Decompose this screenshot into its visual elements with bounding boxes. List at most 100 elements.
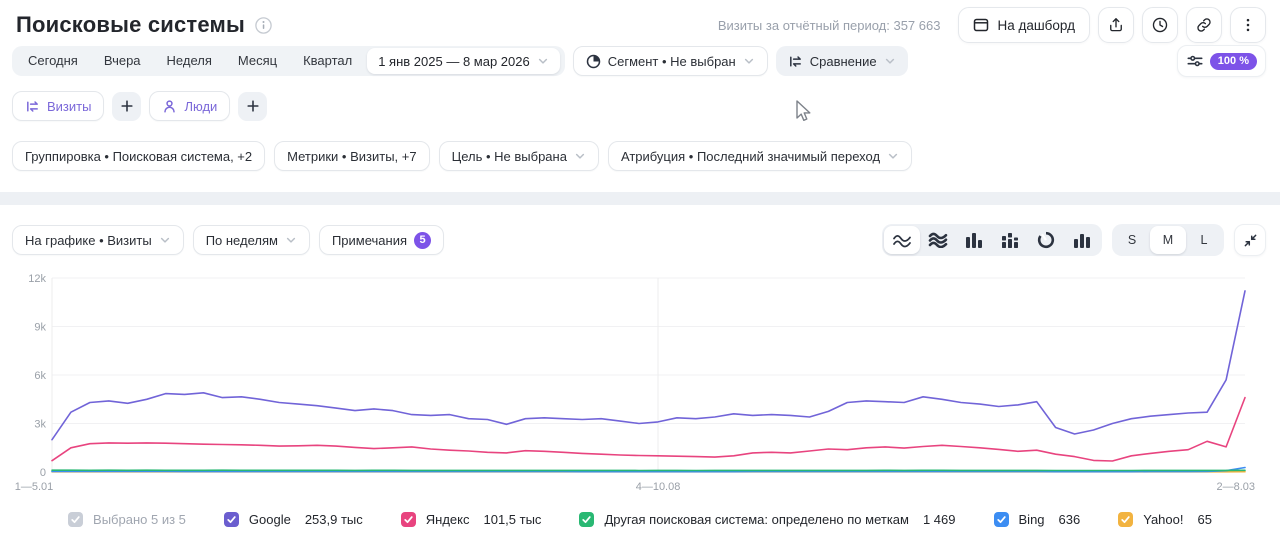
notes-count-badge: 5 <box>414 232 431 249</box>
segment-label: Сегмент • Не выбран <box>608 54 736 69</box>
comparison-label: Сравнение <box>810 54 877 69</box>
chevron-down-icon <box>884 55 896 67</box>
chart-type-stacked-button[interactable] <box>992 226 1028 254</box>
line-chart-canvas[interactable]: 12k9k6k3k01—5.014—10.082—8.03 <box>0 270 1280 502</box>
segment-dropdown[interactable]: Сегмент • Не выбран <box>573 46 768 76</box>
other-search-checkbox[interactable] <box>579 512 594 527</box>
svg-text:12k: 12k <box>28 273 46 285</box>
sliders-icon <box>1186 52 1204 70</box>
granularity-label: По неделям <box>206 233 278 248</box>
legend-value: 101,5 тыс <box>483 512 541 527</box>
tab-today[interactable]: Сегодня <box>15 46 91 76</box>
legend-item-bing[interactable]: Bing 636 <box>994 512 1081 527</box>
period-tabs: Сегодня Вчера Неделя Месяц Квартал 1 янв… <box>12 46 565 76</box>
legend-item-yandex[interactable]: Яндекс 101,5 тыс <box>401 512 542 527</box>
pie-chart-icon <box>1037 231 1055 249</box>
metrics-dropdown[interactable]: Метрики • Визиты, +7 <box>274 141 429 171</box>
metrics-label: Метрики • Визиты, +7 <box>287 149 416 164</box>
chevron-down-icon <box>887 150 899 162</box>
legend-label: Bing <box>1019 512 1045 527</box>
dashboard-icon <box>973 17 989 33</box>
check-icon <box>70 514 81 525</box>
grouping-label: Группировка • Поисковая система, +2 <box>25 149 252 164</box>
legend-item-yahoo[interactable]: Yahoo! 65 <box>1118 512 1212 527</box>
chevron-down-icon <box>743 55 755 67</box>
attribution-label: Атрибуция • Последний значимый переход <box>621 149 880 164</box>
traffic-chart[interactable]: 12k9k6k3k01—5.014—10.082—8.03 <box>0 270 1280 502</box>
metric-chips-row: Визиты Люди <box>12 91 267 121</box>
export-button[interactable] <box>1098 7 1134 43</box>
yahoo-checkbox[interactable] <box>1118 512 1133 527</box>
chart-type-areas-button[interactable] <box>920 226 956 254</box>
svg-text:2—8.03: 2—8.03 <box>1216 481 1255 493</box>
legend-value: 1 469 <box>923 512 956 527</box>
plus-icon <box>120 99 134 113</box>
chart-type-columns-button[interactable] <box>956 226 992 254</box>
legend-item-other-search[interactable]: Другая поисковая система: определено по … <box>579 512 955 527</box>
collapse-chart-button[interactable] <box>1234 224 1266 256</box>
attribution-dropdown[interactable]: Атрибуция • Последний значимый переход <box>608 141 912 171</box>
chart-type-pie-button[interactable] <box>1028 226 1064 254</box>
chevron-down-icon <box>159 234 171 246</box>
tab-month[interactable]: Месяц <box>225 46 290 76</box>
history-button[interactable] <box>1142 7 1178 43</box>
yandex-checkbox[interactable] <box>401 512 416 527</box>
chart-view-controls: S M L <box>882 224 1266 256</box>
more-menu-button[interactable] <box>1230 7 1266 43</box>
tab-quarter[interactable]: Квартал <box>290 46 365 76</box>
histogram-chart-icon <box>1072 232 1092 248</box>
chart-type-histogram-button[interactable] <box>1064 226 1100 254</box>
report-header: Поисковые системы Визиты за отчётный пер… <box>16 6 1266 44</box>
svg-text:3k: 3k <box>34 419 46 431</box>
tab-week[interactable]: Неделя <box>154 46 225 76</box>
legend-item-google[interactable]: Google 253,9 тыс <box>224 512 363 527</box>
size-l-button[interactable]: L <box>1186 226 1222 254</box>
date-range-picker[interactable]: 1 янв 2025 — 8 мар 2026 <box>367 48 560 74</box>
svg-text:0: 0 <box>40 467 46 479</box>
select-all-checkbox[interactable] <box>68 512 83 527</box>
sampling-settings-button[interactable]: 100 % <box>1177 45 1266 77</box>
svg-text:6k: 6k <box>34 370 46 382</box>
bing-checkbox[interactable] <box>994 512 1009 527</box>
columns-chart-icon <box>964 232 984 248</box>
collapse-icon <box>1243 233 1258 248</box>
chevron-down-icon <box>574 150 586 162</box>
legend-label: Яндекс <box>426 512 470 527</box>
line-chart-icon <box>892 232 912 248</box>
legend-label: Google <box>249 512 291 527</box>
on-chart-dropdown[interactable]: На графике • Визиты <box>12 225 184 255</box>
visits-icon <box>25 99 40 114</box>
notes-button[interactable]: Примечания 5 <box>319 225 444 255</box>
chart-type-lines-button[interactable] <box>884 226 920 254</box>
visits-summary: Визиты за отчётный период: 357 663 <box>718 18 941 33</box>
people-chip-label: Люди <box>184 99 217 114</box>
size-m-button[interactable]: M <box>1150 226 1186 254</box>
legend-select-all[interactable]: Выбрано 5 из 5 <box>68 512 186 527</box>
legend-label: Другая поисковая система: определено по … <box>604 512 909 527</box>
goal-dropdown[interactable]: Цель • Не выбрана <box>439 141 599 171</box>
on-chart-label: На графике • Визиты <box>25 233 152 248</box>
add-people-metric-button[interactable] <box>238 92 267 121</box>
tab-yesterday[interactable]: Вчера <box>91 46 154 76</box>
visits-metric-chip[interactable]: Визиты <box>12 91 104 121</box>
legend-value: 636 <box>1059 512 1081 527</box>
to-dashboard-button[interactable]: На дашборд <box>958 7 1090 43</box>
grouping-dropdown[interactable]: Группировка • Поисковая система, +2 <box>12 141 265 171</box>
size-s-button[interactable]: S <box>1114 226 1150 254</box>
page-title: Поисковые системы <box>16 12 245 38</box>
comparison-dropdown[interactable]: Сравнение <box>776 46 908 76</box>
google-checkbox[interactable] <box>224 512 239 527</box>
legend-value: 253,9 тыс <box>305 512 363 527</box>
info-icon[interactable] <box>255 17 272 34</box>
section-divider <box>0 192 1280 205</box>
copy-link-button[interactable] <box>1186 7 1222 43</box>
people-metric-chip[interactable]: Люди <box>149 91 230 121</box>
granularity-dropdown[interactable]: По неделям <box>193 225 310 255</box>
chart-type-switcher <box>882 224 1102 256</box>
share-icon <box>1107 16 1125 34</box>
goal-label: Цель • Не выбрана <box>452 149 567 164</box>
svg-text:4—10.08: 4—10.08 <box>636 481 681 493</box>
filter-row: Сегодня Вчера Неделя Месяц Квартал 1 янв… <box>12 46 1266 76</box>
plus-icon <box>246 99 260 113</box>
add-visits-metric-button[interactable] <box>112 92 141 121</box>
